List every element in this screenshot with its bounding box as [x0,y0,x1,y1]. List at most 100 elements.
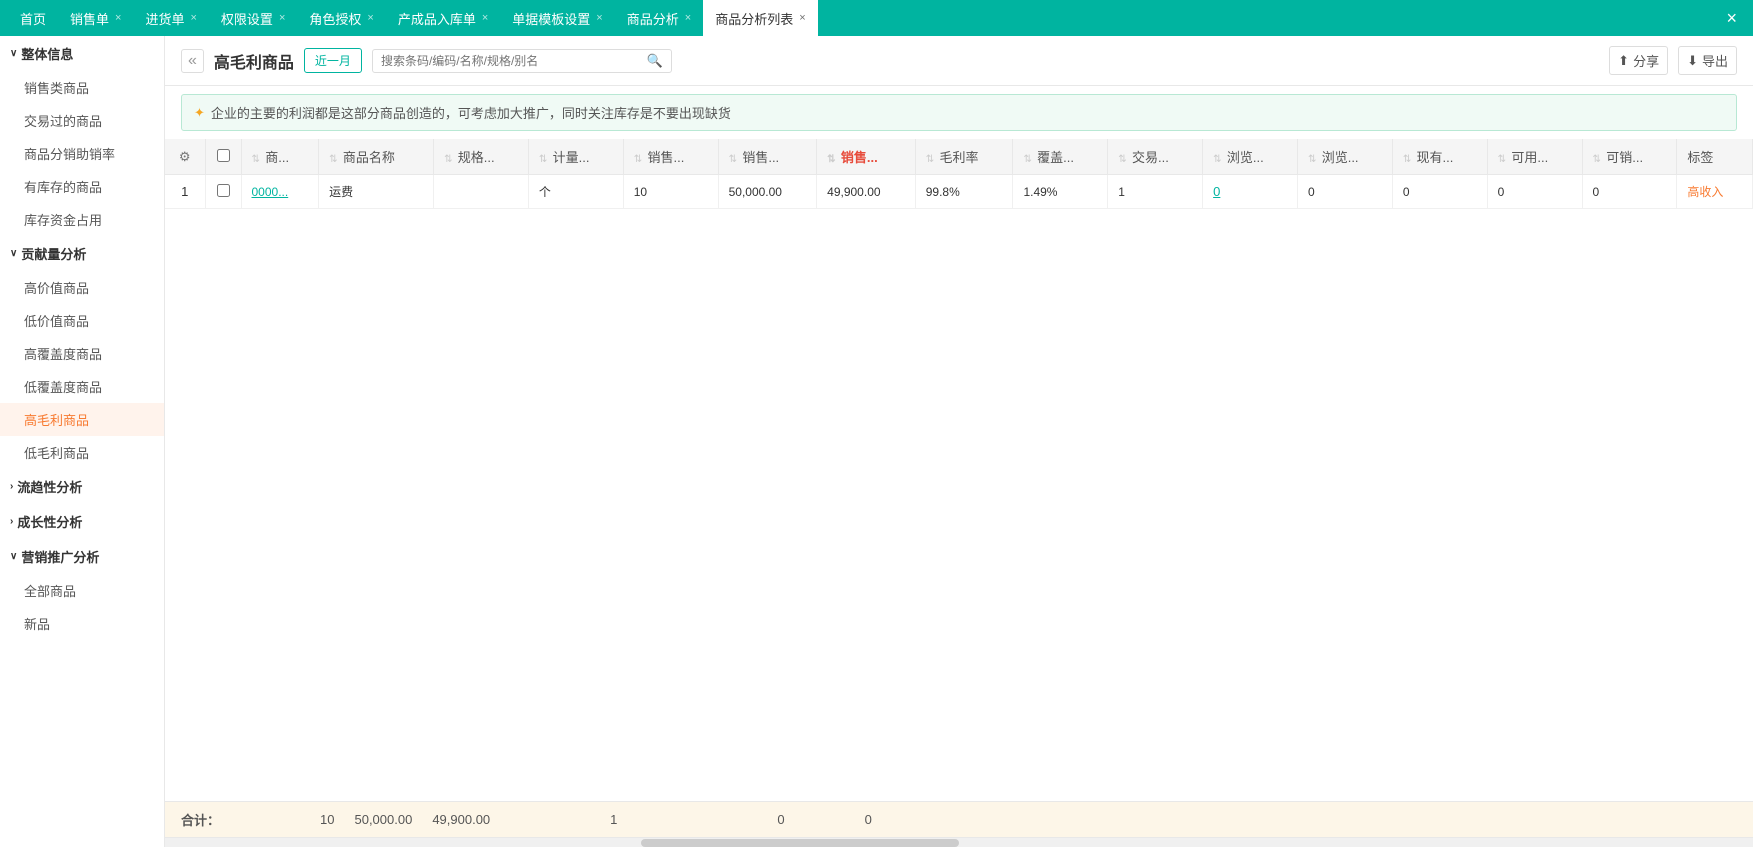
sort-icon-sales3[interactable]: ⇅ [827,154,835,165]
row-checkbox[interactable] [217,184,230,197]
row-transaction: 1 [1108,175,1203,209]
close-product-inbound-tab[interactable]: × [482,12,488,24]
column-settings-icon[interactable]: ⚙ [179,149,191,164]
sort-icon-gross-rate[interactable]: ⇅ [926,154,934,165]
sort-icon-name[interactable]: ⇅ [329,154,337,165]
row-sales1: 10 [623,175,718,209]
sort-icon-stock3[interactable]: ⇅ [1593,154,1601,165]
sort-icon-code[interactable]: ⇅ [252,154,260,165]
collapse-sidebar-button[interactable]: « [181,49,204,73]
footer-stock2: 0 [865,812,872,827]
nav-product-analysis-list[interactable]: 商品分析列表 × [703,0,817,36]
sidebar-item-all-goods[interactable]: 全部商品 [0,574,164,607]
sidebar-item-high-coverage[interactable]: 高覆盖度商品 [0,337,164,370]
nav-permission[interactable]: 权限设置 × [209,0,297,36]
sidebar-item-low-coverage[interactable]: 低覆盖度商品 [0,370,164,403]
sidebar-item-low-margin[interactable]: 低毛利商品 [0,436,164,469]
col-sales2: ⇅ 销售... [718,139,817,175]
col-browse1: ⇅ 浏览... [1203,139,1298,175]
col-gross-rate: ⇅ 毛利率 [915,139,1013,175]
sidebar-item-new-goods[interactable]: 新品 [0,607,164,640]
close-product-analysis-tab[interactable]: × [685,12,691,24]
nav-product-analysis[interactable]: 商品分析 × [615,0,703,36]
share-button[interactable]: ⬆ 分享 [1609,46,1668,75]
col-stock1: ⇅ 现有... [1392,139,1487,175]
sort-icon-stock2[interactable]: ⇅ [1498,154,1506,165]
sidebar-item-low-value[interactable]: 低价值商品 [0,304,164,337]
col-sales1: ⇅ 销售... [623,139,718,175]
row-sales3: 49,900.00 [817,175,916,209]
row-gross-rate: 99.8% [915,175,1013,209]
share-icon: ⬆ [1618,53,1629,69]
row-browse2: 0 [1297,175,1392,209]
col-sales3: ⇅ 销售... [817,139,916,175]
sidebar-item-distribution-rate[interactable]: 商品分销助销率 [0,137,164,170]
main-layout: ∨ 整体信息 销售类商品 交易过的商品 商品分销助销率 有库存的商品 库存资金占… [0,36,1753,847]
tip-icon: ✦ [194,105,205,121]
nav-role[interactable]: 角色授权 × [297,0,385,36]
search-input[interactable] [381,54,647,68]
data-table: ⚙ ⇅ 商... ⇅ 商品名称 [165,139,1753,209]
col-spec: ⇅ 规格... [434,139,529,175]
sort-icon-sales2[interactable]: ⇅ [729,154,737,165]
sort-icon-coverage[interactable]: ⇅ [1023,154,1031,165]
scrollbar-thumb[interactable] [641,839,959,847]
footer-sales3: 49,900.00 [432,812,490,827]
horizontal-scrollbar[interactable] [165,837,1753,847]
footer-sales2: 50,000.00 [354,812,412,827]
arrow-growth: › [10,516,13,527]
sort-icon-spec[interactable]: ⇅ [444,154,452,165]
sort-icon-browse2[interactable]: ⇅ [1308,154,1316,165]
arrow-trend: › [10,481,13,492]
close-product-analysis-list-tab[interactable]: × [799,12,805,24]
sidebar-item-traded-goods[interactable]: 交易过的商品 [0,104,164,137]
row-tag: 高收入 [1677,175,1753,209]
sidebar-item-in-stock-goods[interactable]: 有库存的商品 [0,170,164,203]
close-role-tab[interactable]: × [367,12,373,24]
sort-icon-stock1[interactable]: ⇅ [1403,154,1411,165]
sort-icon-unit[interactable]: ⇅ [539,154,547,165]
col-stock3: ⇅ 可销... [1582,139,1677,175]
sort-icon-transaction[interactable]: ⇅ [1118,154,1126,165]
sidebar-item-high-margin[interactable]: 高毛利商品 [0,403,164,436]
page-title: 高毛利商品 [214,49,294,73]
export-button[interactable]: ⬇ 导出 [1678,46,1737,75]
sort-icon-sales1[interactable]: ⇅ [634,154,642,165]
section-header-marketing[interactable]: ∨ 营销推广分析 [0,539,164,574]
sidebar-item-stock-capital[interactable]: 库存资金占用 [0,203,164,236]
filter-period-button[interactable]: 近一月 [304,48,362,73]
col-code: ⇅ 商... [241,139,319,175]
close-permission-tab[interactable]: × [279,12,285,24]
sidebar: ∨ 整体信息 销售类商品 交易过的商品 商品分销助销率 有库存的商品 库存资金占… [0,36,165,847]
section-header-growth[interactable]: › 成长性分析 [0,504,164,539]
nav-product-inbound[interactable]: 产成品入库单 × [386,0,500,36]
row-browse1[interactable]: 0 [1203,175,1298,209]
sidebar-item-high-value[interactable]: 高价值商品 [0,271,164,304]
close-purchase-tab[interactable]: × [190,12,196,24]
window-close-button[interactable]: × [1718,8,1745,29]
content-area: « 高毛利商品 近一月 🔍 ⬆ 分享 ⬇ 导出 ✦ 企业的主要的利润都是这部分商… [165,36,1753,847]
close-sales-tab[interactable]: × [115,12,121,24]
sidebar-item-sales-goods[interactable]: 销售类商品 [0,71,164,104]
section-header-contribution[interactable]: ∨ 贡献量分析 [0,236,164,271]
search-icon[interactable]: 🔍 [647,53,663,69]
arrow-overall: ∨ [10,48,17,59]
search-box: 🔍 [372,49,672,73]
footer-stock1: 0 [777,812,784,827]
section-header-overall[interactable]: ∨ 整体信息 [0,36,164,71]
section-header-trend[interactable]: › 流趋性分析 [0,469,164,504]
select-all-checkbox[interactable] [217,149,230,162]
table-container[interactable]: ⚙ ⇅ 商... ⇅ 商品名称 [165,139,1753,801]
sort-icon-browse1[interactable]: ⇅ [1213,154,1221,165]
nav-sales[interactable]: 销售单 × [58,0,133,36]
col-name: ⇅ 商品名称 [319,139,434,175]
row-stock3: 0 [1582,175,1677,209]
col-stock2: ⇅ 可用... [1487,139,1582,175]
close-template-tab[interactable]: × [596,12,602,24]
footer-total: 合计： 10 50,000.00 49,900.00 1 0 0 [165,801,1753,837]
nav-purchase[interactable]: 进货单 × [133,0,208,36]
row-code[interactable]: 0000... [241,175,319,209]
nav-template[interactable]: 单据模板设置 × [500,0,614,36]
export-icon: ⬇ [1687,53,1698,69]
nav-home[interactable]: 首页 [8,0,58,36]
